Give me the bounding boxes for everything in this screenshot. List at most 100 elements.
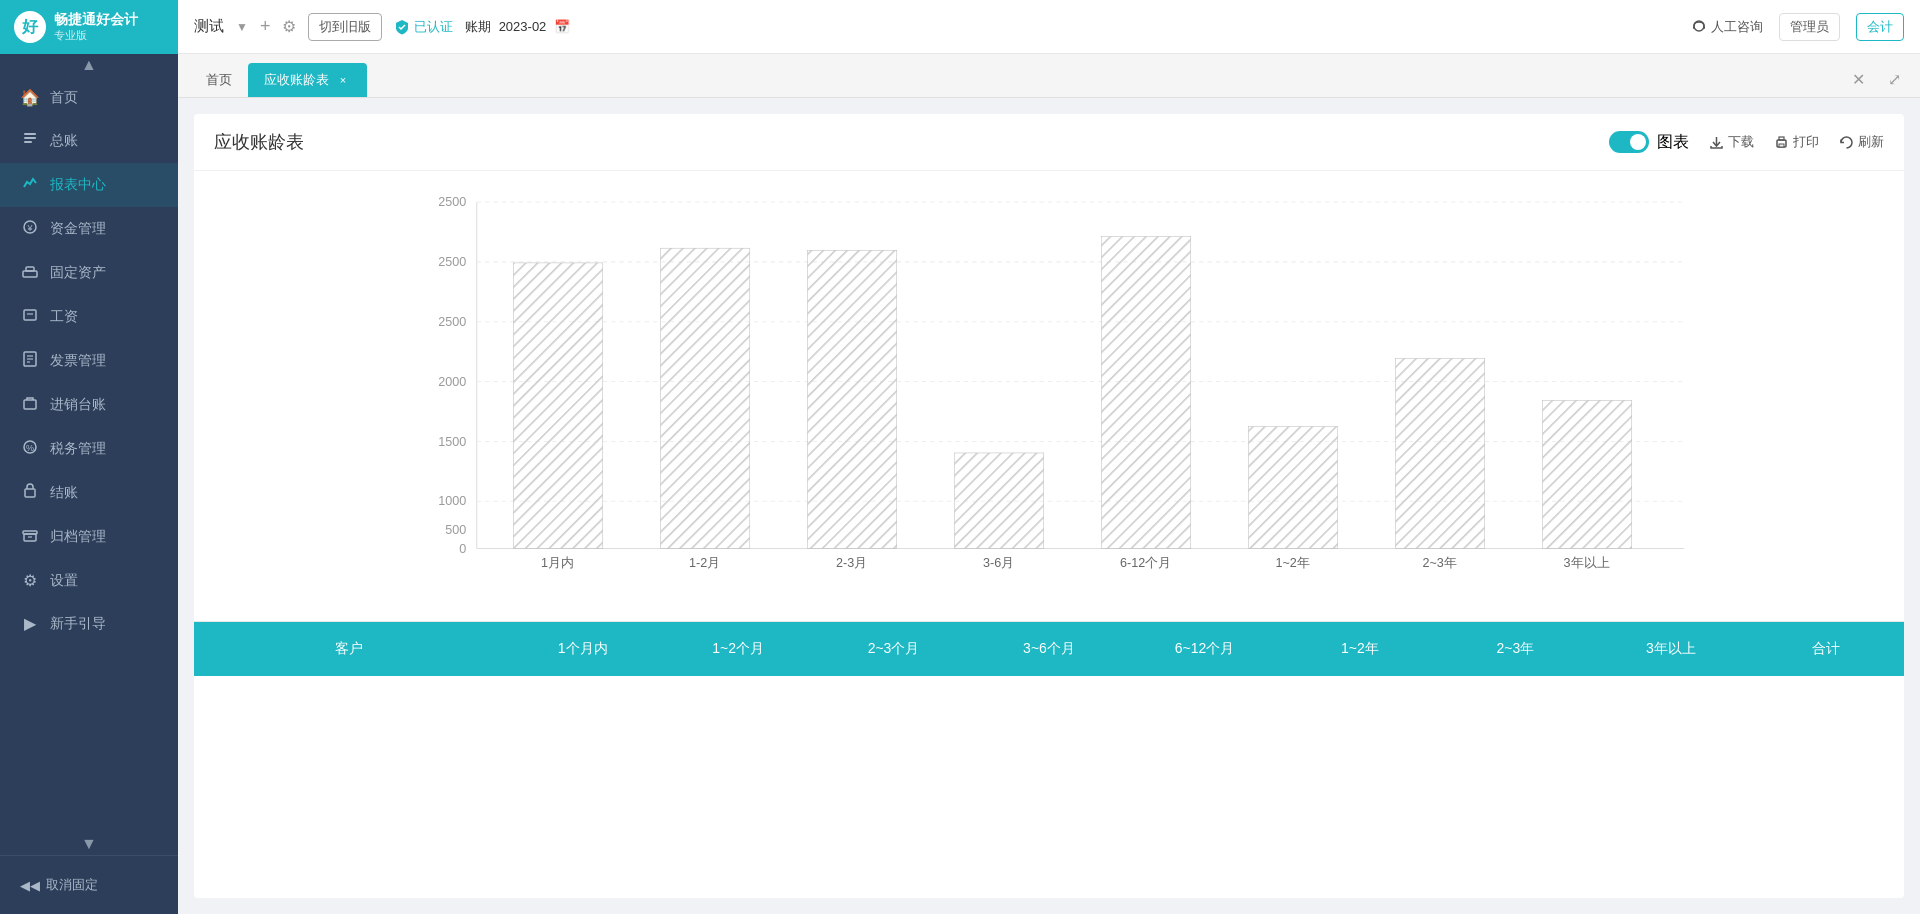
svg-rect-22 bbox=[1703, 26, 1705, 29]
sidebar: 好 畅捷通好会计 专业版 ▲ 🏠 首页 总账 报表中心 ¥ bbox=[0, 0, 178, 914]
tab-accounts-aging[interactable]: 应收账龄表 × bbox=[248, 63, 367, 97]
svg-text:3年以上: 3年以上 bbox=[1564, 556, 1610, 570]
chart-toggle-group: 图表 bbox=[1609, 131, 1689, 153]
download-button[interactable]: 下载 bbox=[1709, 133, 1754, 151]
svg-text:1~2年: 1~2年 bbox=[1275, 556, 1309, 570]
expand-panel-button[interactable]: ⤢ bbox=[1880, 65, 1908, 93]
th-total: 合计 bbox=[1749, 628, 1904, 670]
home-icon: 🏠 bbox=[20, 88, 40, 107]
bar-6-12月 bbox=[1102, 237, 1191, 549]
tab-home[interactable]: 首页 bbox=[190, 63, 248, 97]
certified-badge: 已认证 bbox=[394, 18, 453, 36]
sidebar-item-label: 税务管理 bbox=[50, 440, 106, 458]
sidebar-item-guide[interactable]: ▶ 新手引导 bbox=[0, 602, 178, 645]
sidebar-item-label: 结账 bbox=[50, 484, 78, 502]
th-y3plus: 3年以上 bbox=[1593, 628, 1748, 670]
calendar-icon[interactable]: 📅 bbox=[554, 19, 570, 34]
bar-3-6月 bbox=[955, 453, 1044, 549]
svg-rect-26 bbox=[1779, 144, 1784, 147]
page-header: 应收账龄表 图表 下载 打印 bbox=[194, 114, 1904, 171]
svg-text:¥: ¥ bbox=[26, 223, 33, 233]
content-inner: 应收账龄表 图表 下载 打印 bbox=[194, 114, 1904, 898]
payroll-icon bbox=[20, 307, 40, 327]
cancel-fixed-button[interactable]: ◀◀ 取消固定 bbox=[0, 866, 178, 904]
bar-3年以上 bbox=[1543, 400, 1632, 548]
svg-text:2500: 2500 bbox=[438, 315, 466, 329]
th-m23: 2~3个月 bbox=[816, 628, 971, 670]
sidebar-item-ledger[interactable]: 总账 bbox=[0, 119, 178, 163]
inventory-icon bbox=[20, 395, 40, 415]
print-icon bbox=[1774, 135, 1789, 150]
assets-icon bbox=[20, 263, 40, 283]
tab-close-button[interactable]: × bbox=[335, 72, 351, 88]
svg-text:2-3月: 2-3月 bbox=[836, 556, 867, 570]
topbar: 测试 ▼ + ⚙ 切到旧版 已认证 账期 2023-02 📅 人工咨询 管理员 … bbox=[178, 0, 1920, 54]
tab-label: 应收账龄表 bbox=[264, 71, 329, 89]
svg-text:2500: 2500 bbox=[438, 195, 466, 209]
svg-text:1000: 1000 bbox=[438, 494, 466, 508]
consult-button[interactable]: 人工咨询 bbox=[1691, 18, 1763, 36]
sidebar-item-archive[interactable]: 归档管理 bbox=[0, 515, 178, 559]
svg-rect-5 bbox=[23, 271, 37, 277]
sidebar-item-settings[interactable]: ⚙ 设置 bbox=[0, 559, 178, 602]
sidebar-item-payroll[interactable]: 工资 bbox=[0, 295, 178, 339]
svg-text:6-12个月: 6-12个月 bbox=[1120, 556, 1171, 570]
accountant-button[interactable]: 会计 bbox=[1856, 13, 1904, 41]
page-actions: 图表 下载 打印 刷新 bbox=[1609, 131, 1884, 153]
sidebar-item-label: 固定资产 bbox=[50, 264, 106, 282]
bar-1月内 bbox=[514, 263, 603, 549]
close-panel-button[interactable]: ✕ bbox=[1844, 65, 1872, 93]
sidebar-item-label: 工资 bbox=[50, 308, 78, 326]
shield-icon bbox=[394, 19, 410, 35]
switch-version-button[interactable]: 切到旧版 bbox=[308, 13, 382, 41]
manager-button[interactable]: 管理员 bbox=[1779, 13, 1840, 41]
sidebar-item-funds[interactable]: ¥ 资金管理 bbox=[0, 207, 178, 251]
table-header: 客户 1个月内 1~2个月 2~3个月 3~6个月 6~12个月 1~2年 2~… bbox=[194, 622, 1904, 676]
settings-icon: ⚙ bbox=[20, 571, 40, 590]
invoice-icon bbox=[20, 351, 40, 371]
sidebar-item-reports[interactable]: 报表中心 bbox=[0, 163, 178, 207]
app-logo-icon: 好 bbox=[14, 11, 46, 43]
svg-text:2~3年: 2~3年 bbox=[1422, 556, 1456, 570]
sidebar-logo: 好 畅捷通好会计 专业版 bbox=[0, 0, 178, 54]
close-accounts-icon bbox=[20, 483, 40, 503]
chart-toggle[interactable] bbox=[1609, 131, 1649, 153]
add-workspace-button[interactable]: + bbox=[260, 16, 271, 37]
sidebar-item-assets[interactable]: 固定资产 bbox=[0, 251, 178, 295]
sidebar-item-label: 总账 bbox=[50, 132, 78, 150]
sidebar-item-invoice[interactable]: 发票管理 bbox=[0, 339, 178, 383]
sidebar-item-close[interactable]: 结账 bbox=[0, 471, 178, 515]
refresh-button[interactable]: 刷新 bbox=[1839, 133, 1884, 151]
svg-rect-7 bbox=[24, 310, 36, 320]
bar-2-3年 bbox=[1396, 358, 1485, 548]
th-customer: 客户 bbox=[194, 628, 505, 670]
settings-button[interactable]: ⚙ bbox=[282, 17, 296, 36]
sidebar-item-home[interactable]: 🏠 首页 bbox=[0, 76, 178, 119]
svg-text:3-6月: 3-6月 bbox=[983, 556, 1014, 570]
refresh-icon bbox=[1839, 135, 1854, 150]
svg-text:1500: 1500 bbox=[438, 435, 466, 449]
sidebar-nav: 🏠 首页 总账 报表中心 ¥ 资金管理 固定资产 bbox=[0, 76, 178, 833]
svg-rect-1 bbox=[24, 137, 36, 139]
sidebar-bottom: ◀◀ 取消固定 bbox=[0, 855, 178, 914]
sidebar-scroll-down[interactable]: ▼ bbox=[0, 833, 178, 855]
sidebar-item-label: 资金管理 bbox=[50, 220, 106, 238]
bar-chart: 2500 2500 2500 2000 1500 1000 500 0 bbox=[214, 181, 1884, 601]
bar-1-2月 bbox=[661, 248, 750, 548]
sidebar-item-tax[interactable]: % 税务管理 bbox=[0, 427, 178, 471]
sidebar-item-inventory[interactable]: 进销台账 bbox=[0, 383, 178, 427]
svg-text:%: % bbox=[26, 443, 34, 453]
sidebar-scroll-up[interactable]: ▲ bbox=[0, 54, 178, 76]
download-icon bbox=[1709, 135, 1724, 150]
ledger-icon bbox=[20, 131, 40, 151]
svg-text:1-2月: 1-2月 bbox=[689, 556, 720, 570]
sidebar-item-label: 首页 bbox=[50, 89, 78, 107]
topbar-right: 人工咨询 管理员 会计 bbox=[1691, 13, 1904, 41]
workspace-dropdown-icon[interactable]: ▼ bbox=[236, 20, 248, 34]
sidebar-item-label: 发票管理 bbox=[50, 352, 106, 370]
svg-rect-6 bbox=[26, 267, 34, 271]
cancel-fixed-icon: ◀◀ bbox=[20, 878, 40, 893]
sidebar-item-label: 进销台账 bbox=[50, 396, 106, 414]
th-y12: 1~2年 bbox=[1282, 628, 1437, 670]
print-button[interactable]: 打印 bbox=[1774, 133, 1819, 151]
